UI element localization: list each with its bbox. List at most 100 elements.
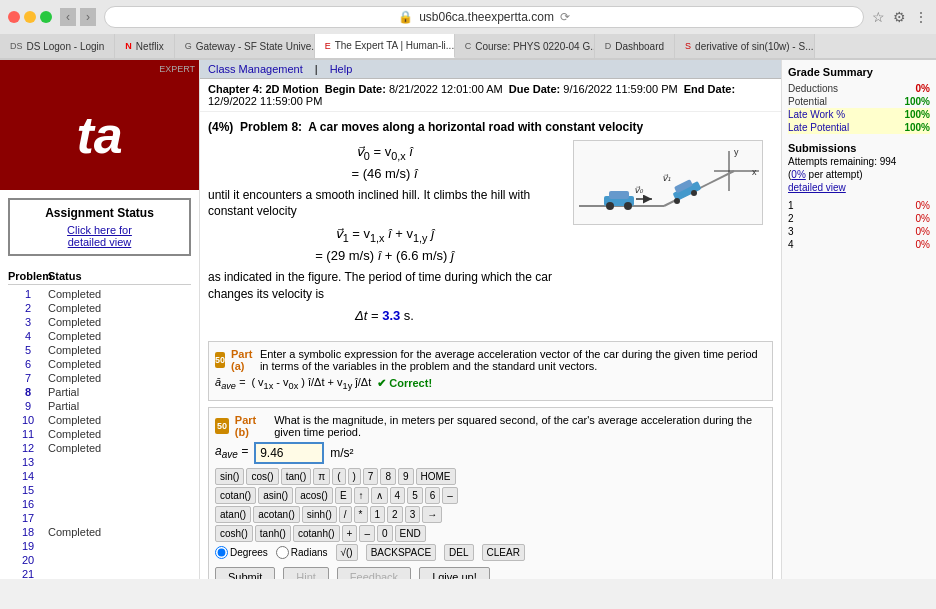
minimize-window-button[interactable]: [24, 11, 36, 23]
part-a-label: Part (a): [231, 348, 254, 372]
exp-button[interactable]: E: [335, 487, 352, 504]
tanh-button[interactable]: tanh(): [255, 525, 291, 542]
right-arrow-button[interactable]: →: [422, 506, 442, 523]
problem-number-17[interactable]: 17: [8, 512, 48, 524]
problem-number-10[interactable]: 10: [8, 414, 48, 426]
detailed-view-link[interactable]: detailed view: [788, 182, 930, 193]
tab-gateway[interactable]: G Gateway - SF State Unive...: [175, 34, 315, 58]
browser-chrome: ‹ › 🔒 usb06ca.theexpertta.com ⟳ ☆ ⚙ ⋮ DS…: [0, 0, 936, 60]
problem-number-1[interactable]: 1: [8, 288, 48, 300]
acos-button[interactable]: acos(): [295, 487, 333, 504]
num5-button[interactable]: 5: [407, 487, 423, 504]
open-paren-button[interactable]: (: [332, 468, 345, 485]
num6-button[interactable]: 6: [425, 487, 441, 504]
num3-button[interactable]: 3: [405, 506, 421, 523]
tan-button[interactable]: tan(): [281, 468, 312, 485]
problem-number-15[interactable]: 15: [8, 484, 48, 496]
late-work-label: Late Work %: [788, 109, 845, 120]
sinh-button[interactable]: sinh(): [302, 506, 337, 523]
num1-button[interactable]: 1: [370, 506, 386, 523]
help-link[interactable]: Help: [330, 63, 353, 75]
num7-button[interactable]: 7: [363, 468, 379, 485]
num2-button[interactable]: 2: [387, 506, 403, 523]
problem-number-14[interactable]: 14: [8, 470, 48, 482]
forward-button[interactable]: ›: [80, 8, 96, 26]
plus-button[interactable]: +: [342, 525, 358, 542]
problem-number-4[interactable]: 4: [8, 330, 48, 342]
problem-number-19[interactable]: 19: [8, 540, 48, 552]
degrees-radio[interactable]: [215, 546, 228, 559]
v0-equation-2: = (46 m/s) î: [208, 166, 561, 181]
atan-button[interactable]: atan(): [215, 506, 251, 523]
problem-number-18[interactable]: 18: [8, 526, 48, 538]
up-arrow-button[interactable]: ↑: [354, 487, 369, 504]
pi-button[interactable]: π: [313, 468, 330, 485]
home-button[interactable]: HOME: [416, 468, 456, 485]
back-button[interactable]: ‹: [60, 8, 76, 26]
part-b-label: Part (b): [235, 414, 268, 438]
extensions-icon[interactable]: ⚙: [893, 9, 906, 25]
cos-button[interactable]: cos(): [246, 468, 278, 485]
v0-equation-1: v⃗0 = v0,x î: [208, 144, 561, 162]
problem-number-7[interactable]: 7: [8, 372, 48, 384]
give-up-button[interactable]: I give up!: [419, 567, 490, 579]
tab-ds-logon[interactable]: DS DS Logon - Login: [0, 34, 115, 58]
submit-button[interactable]: Submit: [215, 567, 275, 579]
degrees-label: Degrees: [230, 547, 268, 558]
num9-button[interactable]: 9: [398, 468, 414, 485]
tab-derivative[interactable]: S derivative of sin(10w) - S...: [675, 34, 815, 58]
del-button[interactable]: DEL: [444, 544, 473, 561]
num0-button[interactable]: 0: [377, 525, 393, 542]
cotanh-button[interactable]: cotanh(): [293, 525, 340, 542]
feedback-button[interactable]: Feedback: [337, 567, 411, 579]
bookmark-icon[interactable]: ☆: [872, 9, 885, 25]
tab-netflix[interactable]: N Netflix: [115, 34, 174, 58]
attempt-rows: 1 0% 2 0% 3 0% 4 0%: [788, 199, 930, 251]
radians-radio[interactable]: [276, 546, 289, 559]
problem-number-8[interactable]: 8: [8, 386, 48, 398]
problem-number-11[interactable]: 11: [8, 428, 48, 440]
acotan-button[interactable]: acotan(): [253, 506, 300, 523]
problem-number-5[interactable]: 5: [8, 344, 48, 356]
problem-number-6[interactable]: 6: [8, 358, 48, 370]
asin-button[interactable]: asin(): [258, 487, 293, 504]
late-potential-row: Late Potential 100%: [788, 121, 930, 134]
problem-number-13[interactable]: 13: [8, 456, 48, 468]
end-button[interactable]: END: [395, 525, 426, 542]
problem-number-2[interactable]: 2: [8, 302, 48, 314]
cosh-button[interactable]: cosh(): [215, 525, 253, 542]
list-item: 8 Partial: [8, 385, 191, 399]
class-management-link[interactable]: Class Management: [208, 63, 303, 75]
problem-number-20[interactable]: 20: [8, 554, 48, 566]
tab-course[interactable]: C Course: PHYS 0220-04 G...: [455, 34, 595, 58]
tab-expert-ta[interactable]: E The Expert TA | Human-li...: [315, 34, 455, 58]
sin-button[interactable]: sin(): [215, 468, 244, 485]
problem-number-12[interactable]: 12: [8, 442, 48, 454]
divide-button[interactable]: /: [339, 506, 352, 523]
cotan-button[interactable]: cotan(): [215, 487, 256, 504]
tab-dashboard[interactable]: D Dashboard: [595, 34, 675, 58]
minus-button[interactable]: –: [442, 487, 458, 504]
menu-icon[interactable]: ⋮: [914, 9, 928, 25]
hint-button[interactable]: Hint: [283, 567, 329, 579]
problem-number-3[interactable]: 3: [8, 316, 48, 328]
backspace-button[interactable]: BACKSPACE: [366, 544, 436, 561]
num8-button[interactable]: 8: [380, 468, 396, 485]
problem-number-16[interactable]: 16: [8, 498, 48, 510]
minus2-button[interactable]: –: [359, 525, 375, 542]
problem-number-9[interactable]: 9: [8, 400, 48, 412]
attempts-remaining: Attempts remaining: 994: [788, 156, 930, 167]
deductions-value: 0%: [916, 83, 930, 94]
clear-button[interactable]: CLEAR: [482, 544, 525, 561]
close-paren-button[interactable]: ): [348, 468, 361, 485]
address-bar[interactable]: 🔒 usb06ca.theexpertta.com ⟳: [104, 6, 864, 28]
close-window-button[interactable]: [8, 11, 20, 23]
num4-button[interactable]: 4: [390, 487, 406, 504]
maximize-window-button[interactable]: [40, 11, 52, 23]
sqrt-button[interactable]: √(): [336, 544, 358, 561]
multiply-button[interactable]: *: [354, 506, 368, 523]
caret-button[interactable]: ∧: [371, 487, 388, 504]
problem-number-21[interactable]: 21: [8, 568, 48, 579]
detailed-view-link[interactable]: Click here for detailed view: [16, 224, 183, 248]
answer-input[interactable]: [254, 442, 324, 464]
